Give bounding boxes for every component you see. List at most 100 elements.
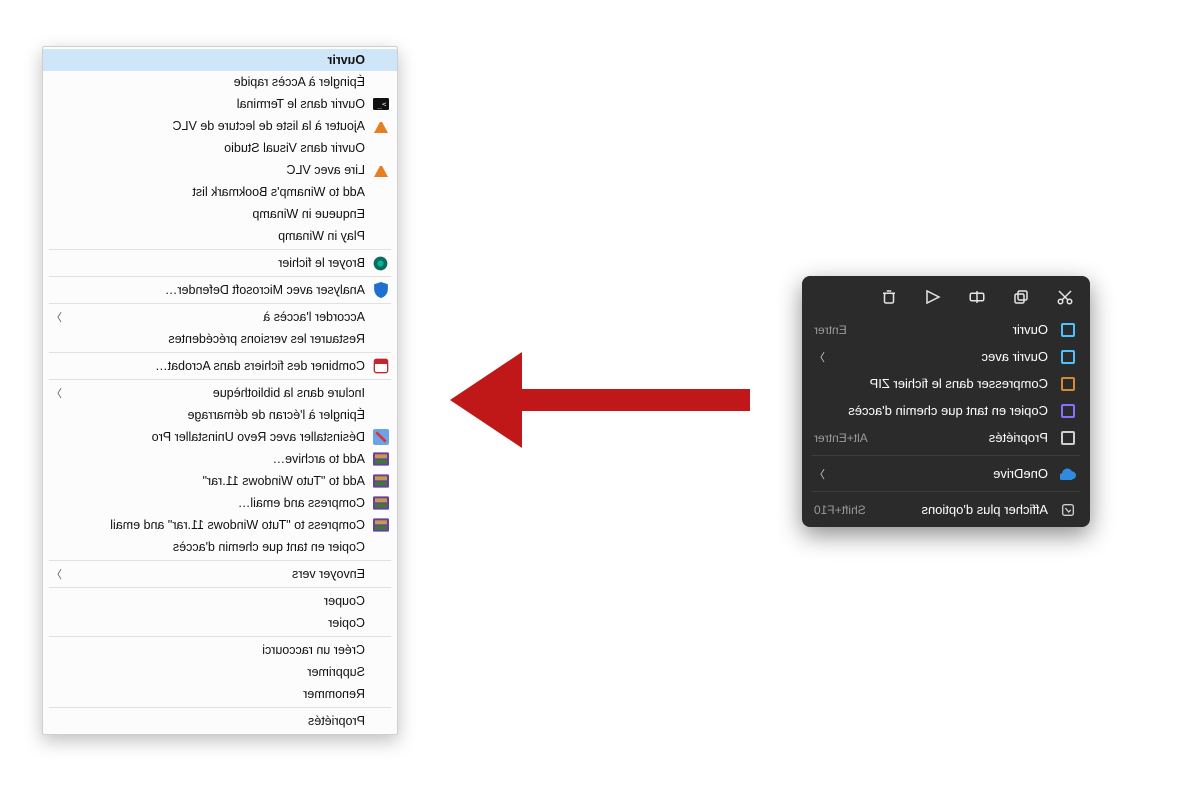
classic-item-label: Lire avec VLC (51, 163, 369, 177)
chevron-right-icon: 〉 (51, 385, 68, 401)
classic-item[interactable]: Add to "Tuto Windows 11.rar" (43, 470, 397, 492)
menu-separator (49, 379, 391, 380)
classic-item-label: Enqueue in Winamp (51, 207, 369, 221)
acrobat-icon (369, 358, 393, 374)
mini-item[interactable]: Compresser dans le fichier ZIP (802, 370, 1090, 397)
chevron-right-icon: 〉 (51, 309, 68, 325)
onedrive-label: OneDrive (825, 466, 1058, 481)
mini-item[interactable]: OuvrirEntrer (802, 316, 1090, 343)
classic-item[interactable]: Épingler à Accès rapide (43, 71, 397, 93)
terminal-icon: >_ (369, 98, 393, 110)
classic-item-label: Envoyer vers (68, 567, 369, 581)
quick-actions-toolbar (802, 276, 1090, 316)
classic-item[interactable]: Lire avec VLC (43, 159, 397, 181)
show-more-label: Afficher plus d'options (866, 502, 1058, 517)
classic-item-label: Accorder l'accès à (68, 310, 369, 324)
classic-item-label: Compress and email… (51, 496, 369, 510)
onedrive-item[interactable]: OneDrive 〉 (802, 460, 1090, 487)
menu-separator (812, 455, 1080, 456)
classic-item[interactable]: Renommer (43, 683, 397, 705)
classic-item-label: Créer un raccourci (51, 643, 369, 657)
classic-item[interactable]: Restaurer les versions précédentes (43, 328, 397, 350)
chevron-right-icon: 〉 (814, 466, 825, 482)
classic-item-label: Add to Winamp's Bookmark list (51, 185, 369, 199)
mini-item-label: Propriétés (868, 430, 1058, 445)
classic-item[interactable]: Propriétés (43, 710, 397, 732)
winrar-icon (369, 452, 393, 466)
defender-icon (369, 282, 393, 298)
classic-item-label: Épingler à l'écran de démarrage (51, 408, 369, 422)
classic-item[interactable]: >_Ouvrir dans le Terminal (43, 93, 397, 115)
classic-item-label: Play in Winamp (51, 229, 369, 243)
share-icon[interactable] (922, 286, 944, 308)
svg-text:>_: >_ (377, 100, 386, 109)
delete-icon[interactable] (878, 286, 900, 308)
menu-separator (49, 352, 391, 353)
menu-separator (49, 636, 391, 637)
properties-icon (1058, 431, 1078, 445)
classic-item[interactable]: Compress and email… (43, 492, 397, 514)
arrow-illustration (450, 352, 750, 448)
cut-icon[interactable] (1054, 286, 1076, 308)
mini-item-label: Ouvrir (847, 322, 1058, 337)
classic-item[interactable]: Ouvrir dans Visual Studio (43, 137, 397, 159)
classic-item-label: Combiner des fichiers dans Acrobat… (51, 359, 369, 373)
open-icon (1058, 323, 1078, 337)
classic-item[interactable]: Analyser avec Microsoft Defender… (43, 279, 397, 301)
copy-path-icon (1058, 404, 1078, 418)
chevron-right-icon: 〉 (814, 349, 825, 365)
classic-item-label: Couper (51, 594, 369, 608)
classic-item[interactable]: Play in Winamp (43, 225, 397, 247)
classic-item[interactable]: Supprimer (43, 661, 397, 683)
mini-item-label: Compresser dans le fichier ZIP (814, 376, 1058, 391)
classic-item[interactable]: Couper (43, 590, 397, 612)
classic-item-label: Compress to "Tuto Windows 11.rar" and em… (51, 518, 369, 532)
classic-item-label: Ouvrir (51, 53, 369, 67)
classic-item[interactable]: Broyer le fichier (43, 252, 397, 274)
classic-item[interactable]: Ouvrir (43, 49, 397, 71)
winrar-icon (369, 496, 393, 510)
classic-item[interactable]: Combiner des fichiers dans Acrobat… (43, 355, 397, 377)
mini-item-shortcut: Alt+Entrer (814, 431, 868, 445)
classic-item-label: Add to archive… (51, 452, 369, 466)
classic-item-label: Copier en tant que chemin d'accès (51, 540, 369, 554)
classic-item-label: Désinstaller avec Revo Uninstaller Pro (51, 430, 369, 444)
classic-item[interactable]: Ajouter à la liste de lecture de VLC (43, 115, 397, 137)
win11-context-menu: OuvrirEntrerOuvrir avec〉Compresser dans … (802, 276, 1090, 527)
classic-item[interactable]: Add to Winamp's Bookmark list (43, 181, 397, 203)
mini-item[interactable]: Ouvrir avec〉 (802, 343, 1090, 370)
classic-item[interactable]: Copier en tant que chemin d'accès (43, 536, 397, 558)
classic-item[interactable]: Envoyer vers〉 (43, 563, 397, 585)
menu-separator (49, 587, 391, 588)
menu-separator (49, 707, 391, 708)
show-more-options-item[interactable]: Afficher plus d'options Shift+F10 (802, 496, 1090, 523)
show-more-shortcut: Shift+F10 (814, 503, 866, 517)
classic-item-label: Analyser avec Microsoft Defender… (51, 283, 369, 297)
mini-item-label: Ouvrir avec (825, 349, 1058, 364)
menu-separator (49, 276, 391, 277)
classic-item[interactable]: Copier (43, 612, 397, 634)
classic-item-label: Propriétés (51, 714, 369, 728)
menu-separator (49, 303, 391, 304)
rename-icon[interactable] (966, 286, 988, 308)
classic-item[interactable]: Compress to "Tuto Windows 11.rar" and em… (43, 514, 397, 536)
mini-item[interactable]: PropriétésAlt+Entrer (802, 424, 1090, 451)
open-with-icon (1058, 350, 1078, 364)
vlc-icon (369, 164, 393, 177)
chevron-right-icon: 〉 (51, 566, 68, 582)
classic-item-label: Renommer (51, 687, 369, 701)
classic-item-label: Épingler à Accès rapide (51, 75, 369, 89)
classic-item-label: Broyer le fichier (51, 256, 369, 270)
copy-icon[interactable] (1010, 286, 1032, 308)
classic-item[interactable]: Inclure dans la bibliothèque〉 (43, 382, 397, 404)
classic-item[interactable]: Épingler à l'écran de démarrage (43, 404, 397, 426)
classic-item[interactable]: Créer un raccourci (43, 639, 397, 661)
classic-item[interactable]: Désinstaller avec Revo Uninstaller Pro (43, 426, 397, 448)
mini-item[interactable]: Copier en tant que chemin d'accès (802, 397, 1090, 424)
menu-separator (49, 249, 391, 250)
classic-item[interactable]: Enqueue in Winamp (43, 203, 397, 225)
classic-item[interactable]: Accorder l'accès à〉 (43, 306, 397, 328)
classic-item[interactable]: Add to archive… (43, 448, 397, 470)
avast-icon (369, 256, 393, 271)
classic-item-label: Supprimer (51, 665, 369, 679)
